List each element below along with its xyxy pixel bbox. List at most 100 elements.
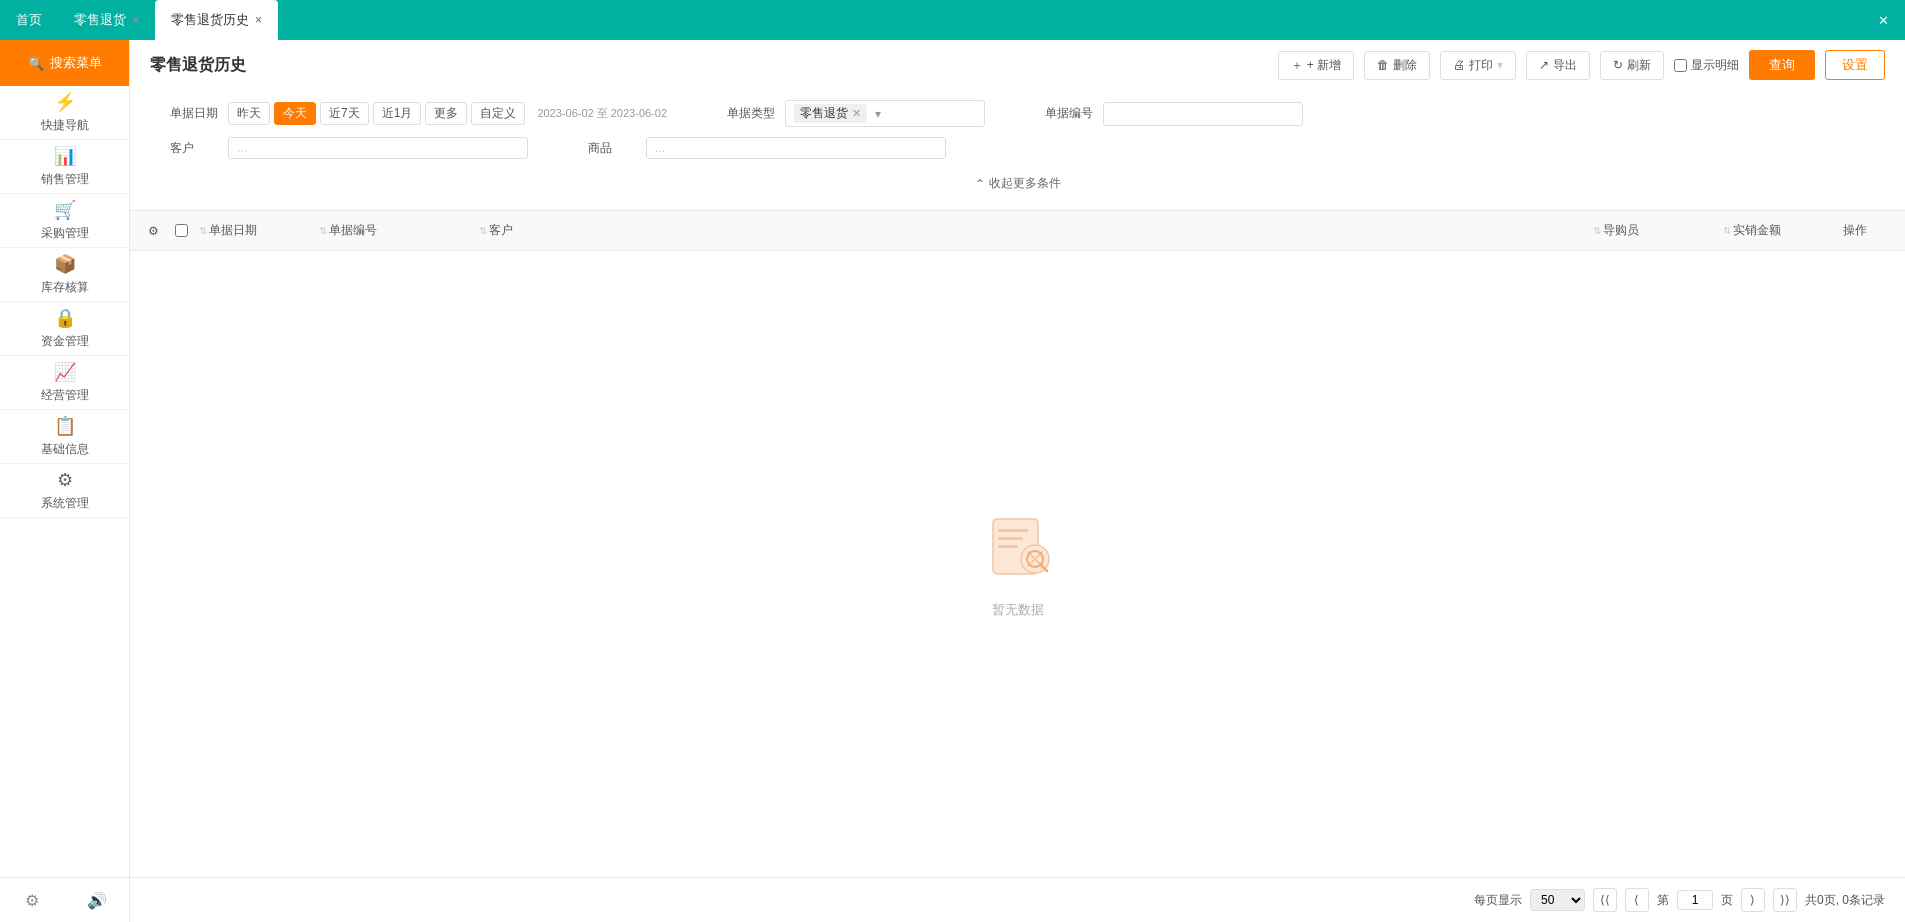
operation-icon: 📈	[54, 361, 76, 383]
sales-icon: 📊	[54, 145, 76, 167]
th-date: ⇅ 单据日期	[191, 222, 311, 239]
tab-retail-return-close[interactable]: ×	[132, 13, 139, 27]
tab-retail-return-label: 零售退货	[74, 11, 126, 29]
svg-rect-1	[998, 529, 1028, 532]
date-btn-last7[interactable]: 近7天	[320, 102, 369, 125]
date-filter-label: 单据日期	[170, 105, 220, 122]
sidebar-item-system[interactable]: ⚙ 系统管理	[0, 464, 129, 518]
sidebar-item-system-label: 系统管理	[41, 495, 89, 512]
goods-placeholder: ...	[655, 141, 665, 155]
sort-customer-icon[interactable]: ⇅	[479, 225, 487, 236]
collapse-bar[interactable]: ⌃ 收起更多条件	[170, 169, 1865, 200]
delete-label: 删除	[1393, 57, 1417, 74]
last-page-btn[interactable]: ⟩⟩	[1773, 888, 1797, 912]
settings-button[interactable]: 设置	[1825, 50, 1885, 80]
total-info: 共0页, 0条记录	[1805, 892, 1885, 909]
bill-type-dropdown-icon: ▾	[875, 107, 881, 121]
refresh-button[interactable]: ↻ 刷新	[1600, 51, 1664, 80]
sort-guide-icon[interactable]: ⇅	[1593, 225, 1601, 236]
sort-bill-icon[interactable]: ⇅	[319, 225, 327, 236]
page-label: 页	[1721, 892, 1733, 909]
sidebar-item-inventory[interactable]: 📦 库存核算	[0, 248, 129, 302]
collapse-label: 收起更多条件	[989, 175, 1061, 192]
settings-icon: ⚙	[25, 891, 39, 910]
goods-label: 商品	[588, 140, 638, 157]
sidebar-item-operation[interactable]: 📈 经营管理	[0, 356, 129, 410]
date-btn-custom[interactable]: 自定义	[471, 102, 525, 125]
empty-text: 暂无数据	[992, 601, 1044, 619]
th-guide-label: 导购员	[1603, 222, 1639, 239]
date-btn-yesterday[interactable]: 昨天	[228, 102, 270, 125]
top-nav: 首页 零售退货 × 零售退货历史 × ✕	[0, 0, 1905, 40]
gear-icon: ⚙	[148, 224, 159, 238]
th-bill-no: ⇅ 单据编号	[311, 222, 471, 239]
table-header: ⚙ ⇅ 单据日期 ⇅ 单据编号 ⇅ 客户 ⇅	[130, 211, 1905, 251]
bill-type-label: 单据类型	[727, 105, 777, 122]
show-detail-label: 显示明细	[1691, 57, 1739, 74]
filter-row-2: 客户 ... 商品 ...	[170, 137, 1865, 159]
empty-illustration	[978, 509, 1058, 589]
date-btn-today[interactable]: 今天	[274, 102, 316, 125]
sidebar-bottom: ⚙ 🔊	[0, 877, 129, 922]
date-range-text: 2023-06-02 至 2023-06-02	[537, 106, 667, 121]
customer-placeholder: ...	[237, 141, 247, 155]
tab-retail-return[interactable]: 零售退货 ×	[58, 0, 155, 40]
sort-amount-icon[interactable]: ⇅	[1723, 225, 1731, 236]
filter-bill-type: 单据类型 零售退货 ✕ ▾	[727, 100, 985, 127]
settings-btn[interactable]: ⚙	[0, 878, 65, 922]
sidebar-item-basic[interactable]: 📋 基础信息	[0, 410, 129, 464]
search-icon: 🔍	[28, 56, 44, 71]
print-button[interactable]: 🖨 打印 ▾	[1440, 51, 1516, 80]
page-label-prefix: 第	[1657, 892, 1669, 909]
table-wrap: ⚙ ⇅ 单据日期 ⇅ 单据编号 ⇅ 客户 ⇅	[130, 211, 1905, 877]
first-page-btn[interactable]: ⟨⟨	[1593, 888, 1617, 912]
window-close-btn[interactable]: ✕	[1878, 13, 1905, 28]
th-checkbox[interactable]	[167, 224, 191, 237]
page-header: 零售退货历史 ＋ + 新增 🗑 删除 🖨 打印 ▾	[130, 40, 1905, 211]
th-amount-label: 实销金额	[1733, 222, 1781, 239]
export-icon: ↗	[1539, 58, 1549, 72]
show-detail-checkbox-label[interactable]: 显示明细	[1674, 57, 1739, 74]
query-button[interactable]: 查询	[1749, 50, 1815, 80]
date-btn-last1month[interactable]: 近1月	[373, 102, 422, 125]
sidebar: 🔍 搜索菜单 ⚡ 快捷导航 📊 销售管理 🛒 采购管理 📦 库存核算 🔒 资金管…	[0, 40, 130, 922]
customer-input[interactable]: ...	[228, 137, 528, 159]
sidebar-item-sales-label: 销售管理	[41, 171, 89, 188]
page-actions: ＋ + 新增 🗑 删除 🖨 打印 ▾ ↗ 导出	[1278, 50, 1885, 80]
next-page-btn[interactable]: ⟩	[1741, 888, 1765, 912]
audio-btn[interactable]: 🔊	[65, 878, 130, 922]
delete-icon: 🗑	[1377, 58, 1389, 72]
show-detail-checkbox[interactable]	[1674, 59, 1687, 72]
main-layout: 🔍 搜索菜单 ⚡ 快捷导航 📊 销售管理 🛒 采购管理 📦 库存核算 🔒 资金管…	[0, 40, 1905, 922]
bill-type-tag-label: 零售退货	[800, 105, 848, 122]
sidebar-item-finance[interactable]: 🔒 资金管理	[0, 302, 129, 356]
bill-type-input[interactable]: 零售退货 ✕ ▾	[785, 100, 985, 127]
sidebar-item-sales[interactable]: 📊 销售管理	[0, 140, 129, 194]
goods-input[interactable]: ...	[646, 137, 946, 159]
sidebar-search[interactable]: 🔍 搜索菜单	[0, 40, 129, 86]
th-customer: ⇅ 客户	[471, 222, 1585, 239]
sidebar-item-quick-nav[interactable]: ⚡ 快捷导航	[0, 86, 129, 140]
tab-retail-return-history[interactable]: 零售退货历史 ×	[155, 0, 278, 40]
page-size-select[interactable]: 20 50 100	[1530, 889, 1585, 911]
tab-retail-return-history-close[interactable]: ×	[255, 13, 262, 27]
th-settings[interactable]: ⚙	[140, 224, 167, 238]
date-btn-more[interactable]: 更多	[425, 102, 467, 125]
page-number-input[interactable]	[1677, 890, 1713, 910]
sidebar-search-label: 搜索菜单	[50, 54, 102, 72]
customer-label: 客户	[170, 140, 220, 157]
add-label: + 新增	[1307, 57, 1341, 74]
print-label: 打印	[1469, 57, 1493, 74]
svg-rect-3	[998, 545, 1018, 548]
export-button[interactable]: ↗ 导出	[1526, 51, 1590, 80]
tab-home[interactable]: 首页	[0, 0, 58, 40]
sort-date-icon[interactable]: ⇅	[199, 225, 207, 236]
sidebar-item-purchase[interactable]: 🛒 采购管理	[0, 194, 129, 248]
finance-icon: 🔒	[54, 307, 76, 329]
select-all-checkbox[interactable]	[175, 224, 188, 237]
delete-button[interactable]: 🗑 删除	[1364, 51, 1430, 80]
bill-no-input[interactable]	[1103, 102, 1303, 126]
add-button[interactable]: ＋ + 新增	[1278, 51, 1354, 80]
prev-page-btn[interactable]: ⟨	[1625, 888, 1649, 912]
bill-type-tag-close[interactable]: ✕	[852, 107, 861, 120]
